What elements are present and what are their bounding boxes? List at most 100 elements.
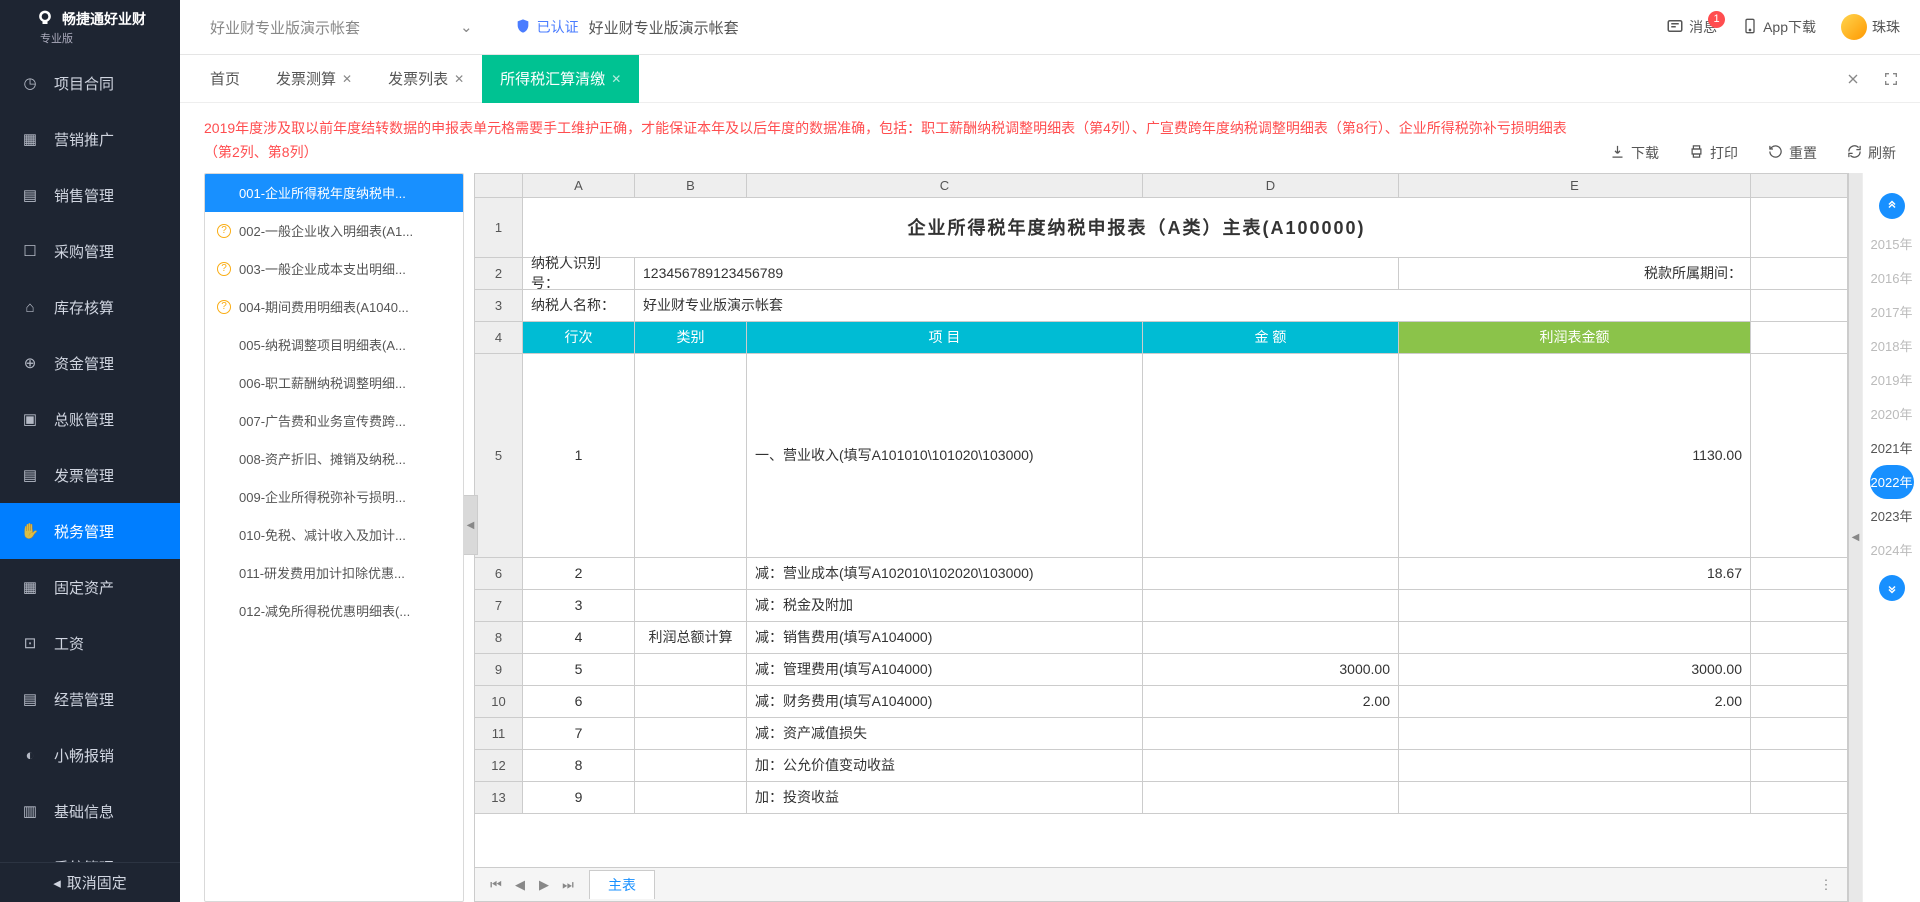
row-num[interactable]: 1	[523, 354, 635, 557]
row-num[interactable]: 7	[523, 718, 635, 749]
sheet-tab-menu[interactable]: ⋮	[1815, 874, 1837, 896]
item-cell[interactable]: 加：投资收益	[747, 782, 1143, 813]
sidebar-item-14[interactable]: ⟳系统管理	[0, 839, 180, 862]
unpin-button[interactable]: ◂ 取消固定	[0, 862, 180, 902]
taxpayer-id[interactable]: 123456789123456789	[635, 258, 1399, 289]
form-list-item-8[interactable]: 009-企业所得税弥补亏损明...	[205, 478, 463, 516]
item-cell[interactable]: 加：公允价值变动收益	[747, 750, 1143, 781]
message-button[interactable]: 消息 1	[1666, 17, 1717, 38]
item-cell[interactable]: 减：税金及附加	[747, 590, 1143, 621]
sheet-nav-last[interactable]: ⏭	[557, 874, 579, 896]
sidebar-item-2[interactable]: ▤销售管理	[0, 167, 180, 223]
form-list-item-6[interactable]: 007-广告费和业务宣传费跨...	[205, 402, 463, 440]
amount-cell[interactable]	[1143, 718, 1399, 749]
close-icon[interactable]: ✕	[342, 72, 352, 86]
tab-3[interactable]: 所得税汇算清缴✕	[482, 55, 639, 103]
profit-cell[interactable]	[1399, 750, 1751, 781]
form-list-item-2[interactable]: ?003-一般企业成本支出明细...	[205, 250, 463, 288]
profit-cell[interactable]	[1399, 590, 1751, 621]
row-num[interactable]: 9	[523, 782, 635, 813]
collapse-form-list[interactable]: ◀	[464, 495, 478, 555]
form-list-item-5[interactable]: 006-职工薪酬纳税调整明细...	[205, 364, 463, 402]
year-option[interactable]: 2023年	[1870, 499, 1914, 533]
form-list-item-4[interactable]: 005-纳税调整项目明细表(A...	[205, 326, 463, 364]
sheet-nav-first[interactable]: ⏮	[485, 874, 507, 896]
row-num[interactable]: 5	[523, 654, 635, 685]
sidebar-item-10[interactable]: ⊡工资	[0, 615, 180, 671]
sidebar-item-13[interactable]: ▥基础信息	[0, 783, 180, 839]
amount-cell[interactable]	[1143, 782, 1399, 813]
close-icon[interactable]: ✕	[454, 72, 464, 86]
download-button[interactable]: 下载	[1610, 143, 1659, 163]
col-header-e[interactable]: E	[1399, 174, 1751, 197]
amount-cell[interactable]	[1143, 590, 1399, 621]
profit-cell[interactable]	[1399, 782, 1751, 813]
col-header-b[interactable]: B	[635, 174, 747, 197]
row-num[interactable]: 4	[523, 622, 635, 653]
sidebar-item-3[interactable]: ☐采购管理	[0, 223, 180, 279]
year-option[interactable]: 2018年	[1870, 329, 1914, 363]
sidebar-item-4[interactable]: ⌂库存核算	[0, 279, 180, 335]
reset-button[interactable]: 重置	[1768, 143, 1817, 163]
amount-cell[interactable]	[1143, 558, 1399, 589]
col-header-c[interactable]: C	[747, 174, 1143, 197]
category-cell[interactable]: 利润总额计算	[635, 622, 747, 653]
amount-cell[interactable]	[1143, 750, 1399, 781]
col-header-d[interactable]: D	[1143, 174, 1399, 197]
form-list-item-11[interactable]: 012-减免所得税优惠明细表(...	[205, 592, 463, 630]
form-list-item-3[interactable]: ?004-期间费用明细表(A1040...	[205, 288, 463, 326]
fullscreen-button[interactable]	[1874, 62, 1908, 96]
year-option[interactable]: 2020年	[1870, 397, 1914, 431]
amount-cell[interactable]	[1143, 622, 1399, 653]
year-option[interactable]: 2022年	[1870, 465, 1914, 499]
sidebar-item-1[interactable]: ▦营销推广	[0, 111, 180, 167]
sidebar-item-9[interactable]: ▦固定资产	[0, 559, 180, 615]
profit-cell[interactable]: 2.00	[1399, 686, 1751, 717]
row-num[interactable]: 2	[523, 558, 635, 589]
year-option[interactable]: 2021年	[1870, 431, 1914, 465]
scroll-up-button[interactable]	[1879, 193, 1905, 219]
amount-cell[interactable]: 2.00	[1143, 686, 1399, 717]
year-option[interactable]: 2016年	[1870, 261, 1914, 295]
amount-cell[interactable]: 3000.00	[1143, 654, 1399, 685]
form-list-item-0[interactable]: 001-企业所得税年度纳税申...	[205, 174, 463, 212]
sidebar-item-5[interactable]: ⊕资金管理	[0, 335, 180, 391]
item-cell[interactable]: 减：销售费用(填写A104000)	[747, 622, 1143, 653]
print-button[interactable]: 打印	[1689, 143, 1738, 163]
year-option[interactable]: 2024年	[1870, 533, 1914, 567]
profit-cell[interactable]: 18.67	[1399, 558, 1751, 589]
sidebar-item-0[interactable]: ◷项目合同	[0, 55, 180, 111]
sheet-tab-main[interactable]: 主表	[589, 870, 655, 899]
sidebar-item-12[interactable]: ◐小畅报销	[0, 727, 180, 783]
profit-cell[interactable]: 1130.00	[1399, 354, 1751, 557]
profit-cell[interactable]	[1399, 622, 1751, 653]
row-num[interactable]: 8	[523, 750, 635, 781]
year-option[interactable]: 2015年	[1870, 227, 1914, 261]
sidebar-item-7[interactable]: ▤发票管理	[0, 447, 180, 503]
year-option[interactable]: 2019年	[1870, 363, 1914, 397]
form-list-item-10[interactable]: 011-研发费用加计扣除优惠...	[205, 554, 463, 592]
item-cell[interactable]: 减：管理费用(填写A104000)	[747, 654, 1143, 685]
app-download-button[interactable]: App下载	[1742, 17, 1816, 38]
taxpayer-name[interactable]: 好业财专业版演示帐套	[635, 290, 1751, 321]
form-list-item-9[interactable]: 010-免税、减计收入及加计...	[205, 516, 463, 554]
sheet-nav-next[interactable]: ▶	[533, 874, 555, 896]
tab-0[interactable]: 首页	[192, 55, 258, 103]
user-menu[interactable]: 珠珠	[1841, 14, 1900, 40]
year-option[interactable]: 2017年	[1870, 295, 1914, 329]
item-cell[interactable]: 一、营业收入(填写A101010\101020\103000)	[747, 354, 1143, 557]
row-num[interactable]: 6	[523, 686, 635, 717]
sidebar-item-6[interactable]: ▣总账管理	[0, 391, 180, 447]
sidebar-item-11[interactable]: ▤经营管理	[0, 671, 180, 727]
sidebar-item-8[interactable]: ✋税务管理	[0, 503, 180, 559]
item-cell[interactable]: 减：营业成本(填写A102010\102020\103000)	[747, 558, 1143, 589]
form-list-item-1[interactable]: ?002-一般企业收入明细表(A1...	[205, 212, 463, 250]
col-header-a[interactable]: A	[523, 174, 635, 197]
expand-year-rail[interactable]: ◀	[1848, 173, 1862, 902]
form-list-item-7[interactable]: 008-资产折旧、摊销及纳税...	[205, 440, 463, 478]
refresh-button[interactable]: 刷新	[1847, 143, 1896, 163]
account-selector[interactable]: 好业财专业版演示帐套 ⌄	[180, 17, 503, 38]
close-all-tabs-button[interactable]	[1836, 62, 1870, 96]
item-cell[interactable]: 减：资产减值损失	[747, 718, 1143, 749]
profit-cell[interactable]: 3000.00	[1399, 654, 1751, 685]
